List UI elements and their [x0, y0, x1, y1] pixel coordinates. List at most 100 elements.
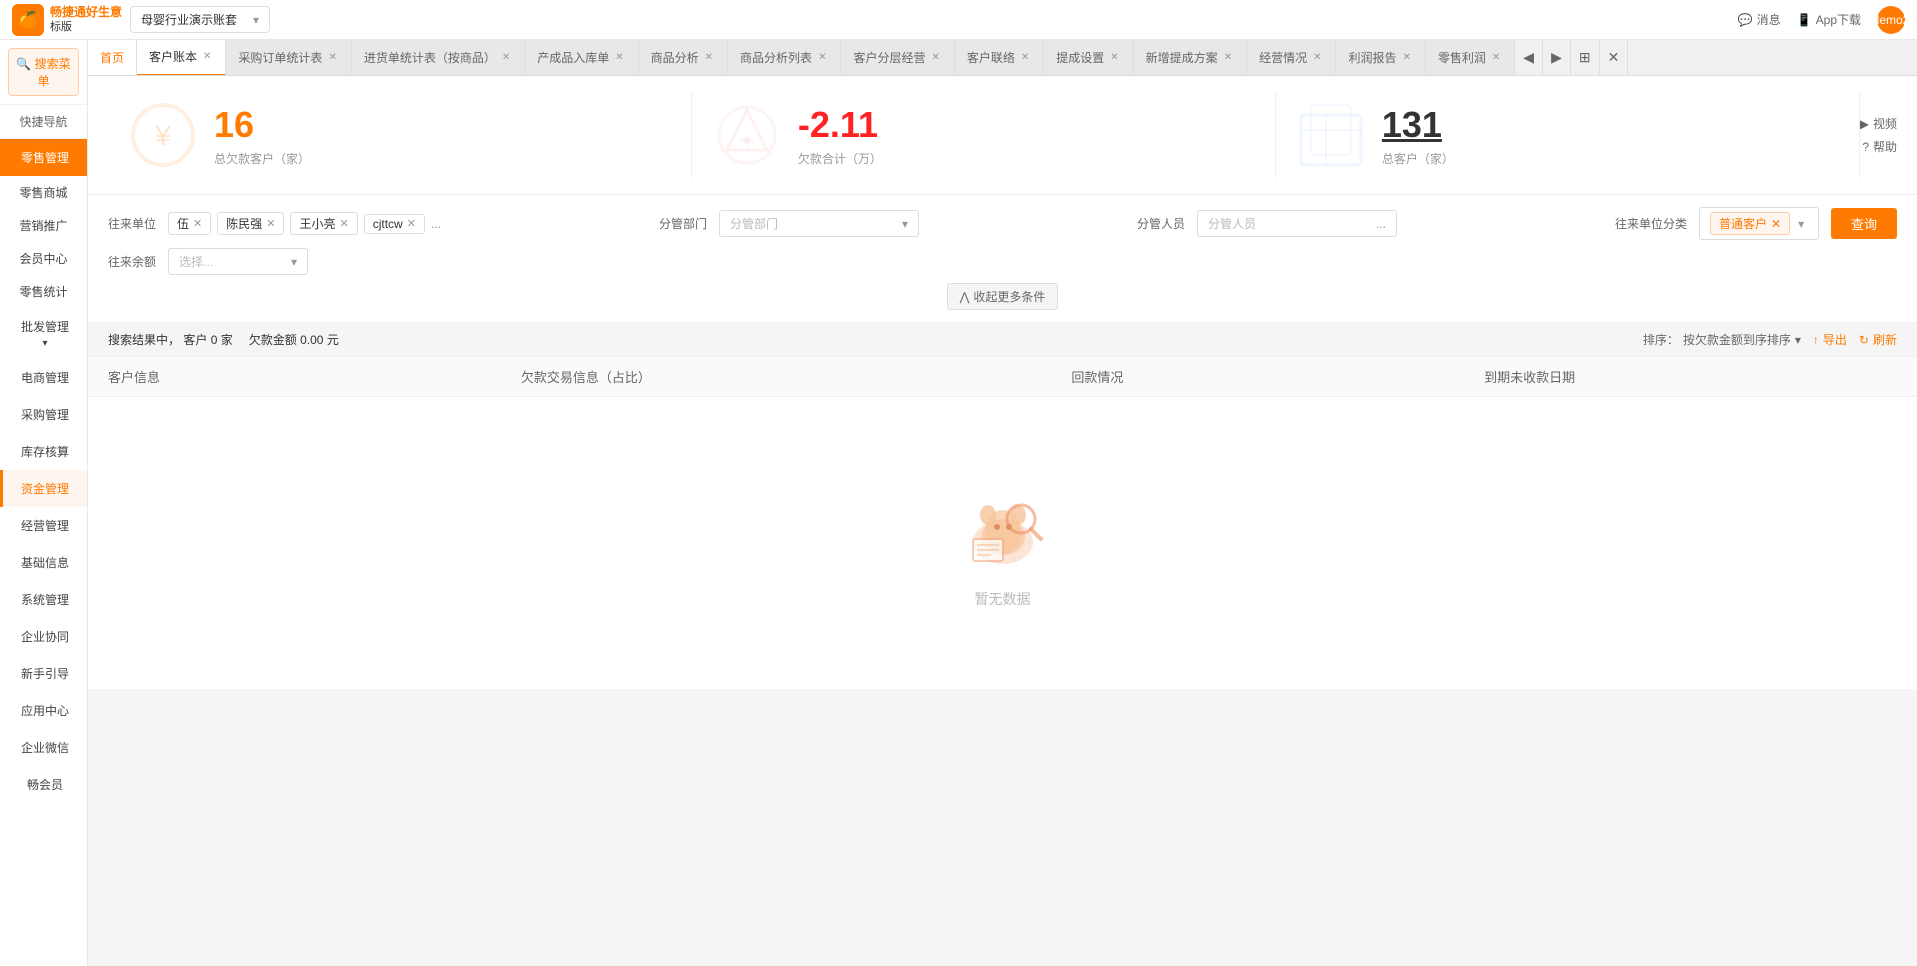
- tab-close-icon[interactable]: ✕: [201, 51, 213, 62]
- tab-close-icon[interactable]: ✕: [929, 52, 941, 63]
- unit-category-filter-select[interactable]: 普通客户 ✕ ▾: [1699, 207, 1819, 240]
- tab-close-icon[interactable]: ✕: [1019, 52, 1031, 63]
- logo-area: 🍊 畅捷通好生意 标版: [12, 4, 122, 36]
- tab-close-icon[interactable]: ✕: [1108, 52, 1120, 63]
- app-wrapper: 🍊 畅捷通好生意 标版 母婴行业演示账套 ▾ 💬 消息 📱 App下载 d: [0, 0, 1917, 966]
- sidebar-item-basic-info[interactable]: 基础信息: [0, 544, 87, 581]
- sidebar-item-retail-mall[interactable]: 零售商城: [0, 176, 87, 209]
- tab-close-icon[interactable]: ✕: [703, 52, 715, 63]
- unit-filter-tags: 伍 ✕ 陈民强 ✕ 王小亮 ✕: [168, 212, 441, 235]
- sidebar-item-label: 电商管理: [7, 369, 83, 386]
- tab-close-icon[interactable]: ✕: [500, 52, 512, 63]
- sort-value: 按欠款金额到序排序: [1683, 331, 1791, 348]
- sidebar-item-ecommerce[interactable]: 电商管理: [0, 359, 87, 396]
- collapse-button[interactable]: ⋀ 收起更多条件: [947, 283, 1059, 310]
- balance-filter-input[interactable]: 选择... ▾: [168, 248, 308, 275]
- tab-close-icon[interactable]: ✕: [1401, 52, 1413, 63]
- sidebar-item-enterprise[interactable]: 企业协同: [0, 618, 87, 655]
- avatar[interactable]: demo2: [1877, 6, 1905, 34]
- video-icon: ▶: [1860, 117, 1869, 131]
- store-selector[interactable]: 母婴行业演示账套 ▾: [130, 6, 270, 33]
- tab-expand-button[interactable]: ⊞: [1571, 40, 1600, 76]
- sidebar-item-label: 基础信息: [7, 554, 83, 571]
- tab-label: 采购订单统计表: [238, 49, 322, 66]
- stat-info-customers: 16 总欠款客户（家）: [214, 104, 310, 167]
- tab-home[interactable]: 首页: [88, 40, 137, 76]
- tab-retail-profit[interactable]: 零售利润 ✕: [1426, 40, 1515, 76]
- tab-close-icon[interactable]: ✕: [1490, 52, 1502, 63]
- tab-close-icon[interactable]: ✕: [1311, 52, 1323, 63]
- tab-nav-next[interactable]: ▶: [1543, 40, 1571, 76]
- empty-icon: [953, 477, 1053, 577]
- results-actions: 排序： 按欠款金额到序排序 ▾ ↑ 导出 ↻ 刷新: [1643, 331, 1897, 348]
- refresh-button[interactable]: ↻ 刷新: [1859, 331, 1897, 348]
- sidebar-item-label: 零售管理: [7, 149, 83, 166]
- message-button[interactable]: 💬 消息: [1738, 11, 1781, 28]
- quick-nav-button[interactable]: 快捷导航: [0, 105, 87, 139]
- results-bar: 搜索结果中， 客户 0 家 欠款金额 0.00 元 排序: [88, 323, 1917, 357]
- sidebar-item-retail-mgmt[interactable]: 零售管理: [0, 139, 87, 176]
- tab-new-commission-plan[interactable]: 新增提成方案 ✕: [1134, 40, 1247, 76]
- col-header-label: 到期未收款日期: [1484, 370, 1575, 385]
- tab-purchase-stats-by-product[interactable]: 进货单统计表（按商品） ✕: [352, 40, 525, 76]
- export-button[interactable]: ↑ 导出: [1813, 331, 1847, 348]
- tab-label: 客户分层经营: [853, 49, 925, 66]
- tag-remove-wu[interactable]: ✕: [193, 217, 202, 230]
- tab-close-icon[interactable]: ✕: [613, 52, 625, 63]
- sidebar-item-label: 资金管理: [7, 480, 83, 497]
- tag-remove-chen[interactable]: ✕: [266, 217, 275, 230]
- tab-customer-ledger[interactable]: 客户账本 ✕: [137, 40, 226, 76]
- sidebar-item-purchase[interactable]: 采购管理: [0, 396, 87, 433]
- sidebar-item-inventory[interactable]: 库存核算: [0, 433, 87, 470]
- sidebar-item-operations[interactable]: 经营管理: [0, 507, 87, 544]
- tab-profit-report[interactable]: 利润报告 ✕: [1336, 40, 1425, 76]
- tab-commission-settings[interactable]: 提成设置 ✕: [1044, 40, 1133, 76]
- sidebar-item-vip[interactable]: 畅会员: [0, 766, 87, 803]
- tag-remove-category[interactable]: ✕: [1771, 217, 1781, 231]
- sidebar-item-label: 零售统计: [19, 285, 67, 299]
- tab-product-analysis[interactable]: 商品分析 ✕: [639, 40, 728, 76]
- search-menu-button[interactable]: 🔍 搜索菜单: [8, 48, 79, 96]
- logo-sub-text: 标版: [50, 20, 122, 34]
- query-button[interactable]: 查询: [1831, 208, 1897, 239]
- sidebar-item-enterprise-wechat[interactable]: 企业微信: [0, 729, 87, 766]
- sidebar-item-app-center[interactable]: 应用中心: [0, 692, 87, 729]
- tab-close-all-button[interactable]: ✕: [1600, 40, 1629, 76]
- sidebar-item-label: 企业协同: [7, 628, 83, 645]
- sidebar-item-batch-mgmt[interactable]: 批发管理 ▾: [0, 308, 87, 359]
- tab-close-icon[interactable]: ✕: [326, 52, 338, 63]
- tab-nav-prev[interactable]: ◀: [1515, 40, 1543, 76]
- top-bar: 🍊 畅捷通好生意 标版 母婴行业演示账套 ▾ 💬 消息 📱 App下载 d: [0, 0, 1917, 40]
- tab-close-icon[interactable]: ✕: [1222, 52, 1234, 63]
- filter-area: 往来单位 伍 ✕ 陈民强 ✕ 王小亮: [88, 195, 1917, 323]
- sort-select[interactable]: 排序： 按欠款金额到序排序 ▾: [1643, 331, 1801, 348]
- results-info: 搜索结果中， 客户 0 家 欠款金额 0.00 元: [108, 331, 339, 348]
- tab-operations[interactable]: 经营情况 ✕: [1247, 40, 1336, 76]
- dept-filter-select[interactable]: 分管部门 ▾: [719, 210, 919, 237]
- tab-product-analysis-list[interactable]: 商品分析列表 ✕: [728, 40, 841, 76]
- help-button[interactable]: ? 帮助: [1862, 138, 1897, 155]
- tab-customer-tier[interactable]: 客户分层经营 ✕: [841, 40, 954, 76]
- unit-filter-more[interactable]: ...: [431, 217, 441, 231]
- tab-customer-contact[interactable]: 客户联络 ✕: [955, 40, 1044, 76]
- sidebar-item-retail-stats[interactable]: 零售统计: [0, 275, 87, 308]
- tag-remove-cjttcw[interactable]: ✕: [407, 217, 416, 230]
- tab-purchase-order-stats[interactable]: 采购订单统计表 ✕: [226, 40, 351, 76]
- sidebar-item-member[interactable]: 会员中心: [0, 242, 87, 275]
- sidebar-item-sys-mgmt[interactable]: 系统管理: [0, 581, 87, 618]
- person-filter-select[interactable]: 分管人员 ...: [1197, 210, 1397, 237]
- tab-bar: 首页 客户账本 ✕ 采购订单统计表 ✕ 进货单统计表（按商品） ✕ 产成品入库单…: [88, 40, 1917, 76]
- tab-finished-goods[interactable]: 产成品入库单 ✕: [525, 40, 638, 76]
- sidebar-item-new-guide[interactable]: 新手引导: [0, 655, 87, 692]
- tag-label: cjttcw: [373, 217, 403, 231]
- app-download-button[interactable]: 📱 App下载: [1797, 11, 1861, 28]
- stat-help-area: ▶ 视频 ? 帮助: [1860, 115, 1897, 155]
- help-label: 帮助: [1873, 138, 1897, 155]
- col-header-repay-info: 回款情况: [1071, 367, 1484, 386]
- tag-remove-wang[interactable]: ✕: [340, 217, 349, 230]
- tab-close-icon[interactable]: ✕: [816, 52, 828, 63]
- sidebar-item-finance[interactable]: 资金管理: [0, 470, 87, 507]
- sidebar-item-marketing[interactable]: 营销推广: [0, 209, 87, 242]
- video-help-button[interactable]: ▶ 视频: [1860, 115, 1897, 132]
- dept-filter-label: 分管部门: [659, 215, 707, 232]
